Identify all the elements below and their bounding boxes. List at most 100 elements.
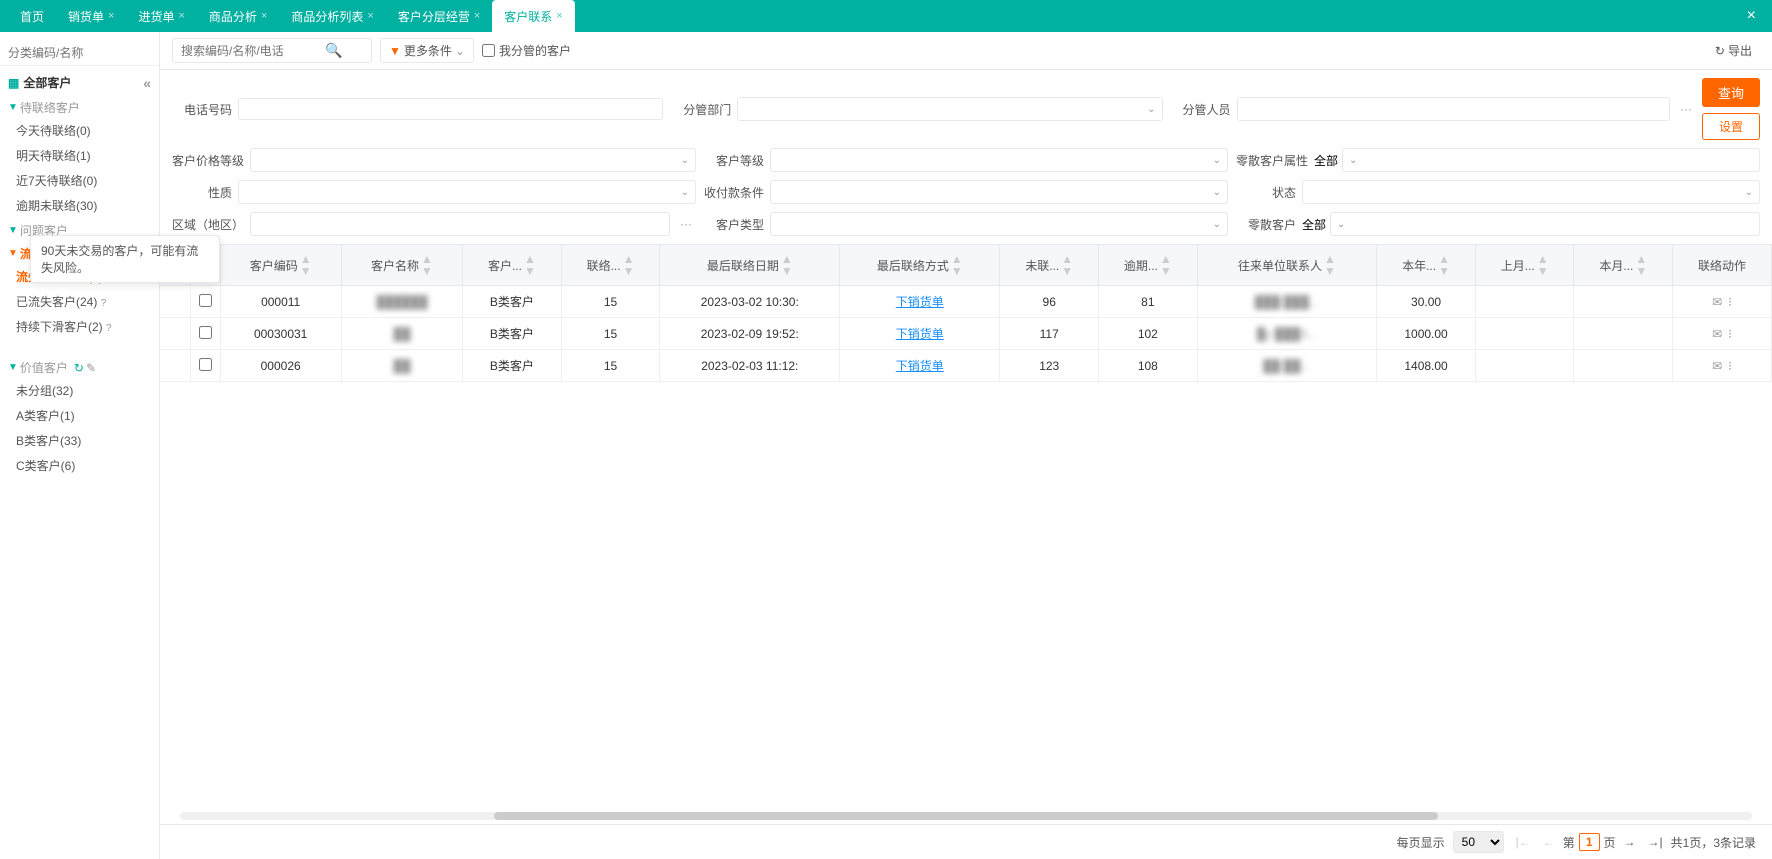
sidebar-item-overdue-contact[interactable]: 逾期未联络(30) bbox=[0, 193, 159, 218]
top-nav: 首页 销货单 × 进货单 × 商品分析 × 商品分析列表 × 客户分层经营 × … bbox=[0, 0, 1772, 32]
customer-table: ⚙ 客户编码▲▼ 客户名称▲▼ 客户...▲▼ bbox=[160, 245, 1772, 382]
row-this-month bbox=[1574, 318, 1673, 350]
tab-analysis-list[interactable]: 商品分析列表 × bbox=[279, 0, 385, 32]
sidebar-item-b-class[interactable]: B类客户(33) bbox=[0, 428, 159, 453]
th-type[interactable]: 客户...▲▼ bbox=[463, 245, 562, 286]
sidebar-item-ungrouped[interactable]: 未分组(32) bbox=[0, 378, 159, 403]
close-all-button[interactable]: × bbox=[1739, 7, 1764, 25]
tab-analysis-close[interactable]: × bbox=[261, 10, 267, 22]
sidebar-item-lost-customers[interactable]: 已流失客户(24) ? bbox=[0, 289, 159, 314]
row-last-method[interactable]: 下销货单 bbox=[840, 318, 1000, 350]
tab-home[interactable]: 首页 bbox=[8, 0, 56, 32]
customer-level-select[interactable]: ⌄ bbox=[770, 148, 1228, 172]
phone-input[interactable] bbox=[238, 98, 663, 120]
row-checkbox-cell bbox=[190, 286, 220, 318]
export-button[interactable]: ↻ 导出 bbox=[1707, 39, 1760, 62]
th-name[interactable]: 客户名称▲▼ bbox=[341, 245, 462, 286]
th-name-label: 客户名称 bbox=[371, 257, 419, 274]
payment-select[interactable]: ⌄ bbox=[770, 180, 1228, 204]
row-code: 000011 bbox=[220, 286, 341, 318]
last-page-button[interactable]: →| bbox=[1644, 833, 1667, 851]
sidebar-item-a-class[interactable]: A类客户(1) bbox=[0, 403, 159, 428]
this-year-sort-arrows: ▲▼ bbox=[1438, 253, 1450, 277]
nature-select[interactable]: ⌄ bbox=[238, 180, 696, 204]
th-uncontacted[interactable]: 未联...▲▼ bbox=[1000, 245, 1099, 286]
horizontal-scrollbar[interactable] bbox=[160, 808, 1772, 824]
tab-customer-contact-close[interactable]: × bbox=[556, 10, 562, 22]
tab-sales[interactable]: 销货单 × bbox=[56, 0, 126, 32]
th-contact2[interactable]: 往来单位联系人▲▼ bbox=[1197, 245, 1377, 286]
value-refresh-icon[interactable]: ↻ bbox=[74, 361, 84, 375]
settings-button[interactable]: 设置 bbox=[1702, 113, 1760, 140]
my-customers-checkbox-label[interactable]: 我分管的客户 bbox=[482, 42, 571, 59]
tab-analysis-list-close[interactable]: × bbox=[367, 10, 373, 22]
row-checkbox[interactable] bbox=[199, 326, 212, 339]
person-dots-button[interactable]: ··· bbox=[1676, 102, 1696, 116]
sidebar-section-pending[interactable]: ▼ 待联络客户 bbox=[0, 95, 159, 118]
tab-purchase-close[interactable]: × bbox=[178, 10, 184, 22]
row-last-method[interactable]: 下销货单 bbox=[840, 350, 1000, 382]
tab-sales-close[interactable]: × bbox=[108, 10, 114, 22]
th-contact-count[interactable]: 联络...▲▼ bbox=[561, 245, 660, 286]
action-icon-1[interactable]: ✉ bbox=[1712, 359, 1722, 373]
sidebar-section-value[interactable]: ▼ 价值客户 ↻ ✎ bbox=[0, 355, 159, 378]
prev-page-button[interactable]: ← bbox=[1539, 833, 1559, 851]
page-size-select[interactable]: 50 100 200 bbox=[1453, 831, 1504, 853]
price-level-select[interactable]: ⌄ bbox=[250, 148, 696, 172]
row-last-method[interactable]: 下销货单 bbox=[840, 286, 1000, 318]
th-last-method[interactable]: 最后联络方式▲▼ bbox=[840, 245, 1000, 286]
status-select[interactable]: ⌄ bbox=[1302, 180, 1760, 204]
search-icon: 🔍 bbox=[325, 42, 342, 59]
filter-retail: 零散客户 全部 ⌄ bbox=[1236, 212, 1760, 236]
th-overdue[interactable]: 逾期...▲▼ bbox=[1099, 245, 1198, 286]
th-last-date[interactable]: 最后联络日期▲▼ bbox=[660, 245, 840, 286]
retail-select[interactable]: ⌄ bbox=[1330, 212, 1760, 236]
sidebar-all-customers[interactable]: ▦ 全部客户 « bbox=[0, 70, 159, 95]
sidebar-search-input[interactable] bbox=[8, 46, 160, 60]
th-this-month[interactable]: 本月...▲▼ bbox=[1574, 245, 1673, 286]
dept-label: 分管部门 bbox=[671, 101, 731, 118]
action-icon-1[interactable]: ✉ bbox=[1712, 327, 1722, 341]
dept-select[interactable]: ⌄ bbox=[737, 97, 1162, 121]
customer-type-select[interactable]: ⌄ bbox=[770, 212, 1228, 236]
payment-label: 收付款条件 bbox=[704, 184, 764, 201]
action-icon-2[interactable]: ⁝ bbox=[1728, 359, 1732, 373]
tab-customer-tier[interactable]: 客户分层经营 × bbox=[386, 0, 492, 32]
person-select[interactable] bbox=[1237, 97, 1670, 121]
table-container: ⚙ 客户编码▲▼ 客户名称▲▼ 客户...▲▼ bbox=[160, 245, 1772, 808]
search-input[interactable] bbox=[181, 44, 321, 58]
query-button[interactable]: 查询 bbox=[1702, 78, 1760, 107]
retail-attr-select[interactable]: ⌄ bbox=[1342, 148, 1760, 172]
action-icon-2[interactable]: ⁝ bbox=[1728, 327, 1732, 341]
tab-customer-contact[interactable]: 客户联系 × bbox=[492, 0, 574, 32]
first-page-button[interactable]: |← bbox=[1512, 833, 1535, 851]
sidebar-item-declining-customers[interactable]: 持续下滑客户(2) ? bbox=[0, 314, 159, 339]
row-name: ██ bbox=[341, 350, 462, 382]
next-page-button[interactable]: → bbox=[1620, 833, 1640, 851]
row-checkbox[interactable] bbox=[199, 294, 212, 307]
nature-chevron-icon: ⌄ bbox=[681, 187, 689, 198]
tab-purchase[interactable]: 进货单 × bbox=[126, 0, 196, 32]
tooltip-text: 90天未交易的客户，可能有流失风险。 bbox=[41, 244, 160, 275]
sidebar-item-7day-contact[interactable]: 近7天待联络(0) bbox=[0, 168, 159, 193]
tab-customer-tier-close[interactable]: × bbox=[474, 10, 480, 22]
tab-analysis[interactable]: 商品分析 × bbox=[197, 0, 279, 32]
sidebar-item-c-class[interactable]: C类客户(6) bbox=[0, 453, 159, 478]
th-this-year[interactable]: 本年...▲▼ bbox=[1377, 245, 1476, 286]
region-select[interactable] bbox=[250, 212, 670, 236]
value-section-label: 价值客户 bbox=[20, 359, 68, 376]
region-dots-button[interactable]: ··· bbox=[676, 217, 696, 231]
sidebar-collapse-btn[interactable]: « bbox=[143, 75, 151, 91]
row-checkbox[interactable] bbox=[199, 358, 212, 371]
more-conditions-button[interactable]: ▼ 更多条件 ⌄ bbox=[380, 38, 474, 63]
action-icon-1[interactable]: ✉ bbox=[1712, 295, 1722, 309]
value-edit-icon[interactable]: ✎ bbox=[86, 361, 96, 375]
action-icon-2[interactable]: ⁝ bbox=[1728, 295, 1732, 309]
th-last-month[interactable]: 上月...▲▼ bbox=[1475, 245, 1574, 286]
th-code[interactable]: 客户编码▲▼ bbox=[220, 245, 341, 286]
my-customers-checkbox[interactable] bbox=[482, 44, 495, 57]
sidebar-item-tomorrow-contact[interactable]: 明天待联络(1) bbox=[0, 143, 159, 168]
th-this-month-label: 本月... bbox=[1599, 257, 1633, 274]
sidebar-item-today-contact[interactable]: 今天待联络(0) bbox=[0, 118, 159, 143]
filter-price-level: 客户价格等级 ⌄ bbox=[172, 148, 696, 172]
